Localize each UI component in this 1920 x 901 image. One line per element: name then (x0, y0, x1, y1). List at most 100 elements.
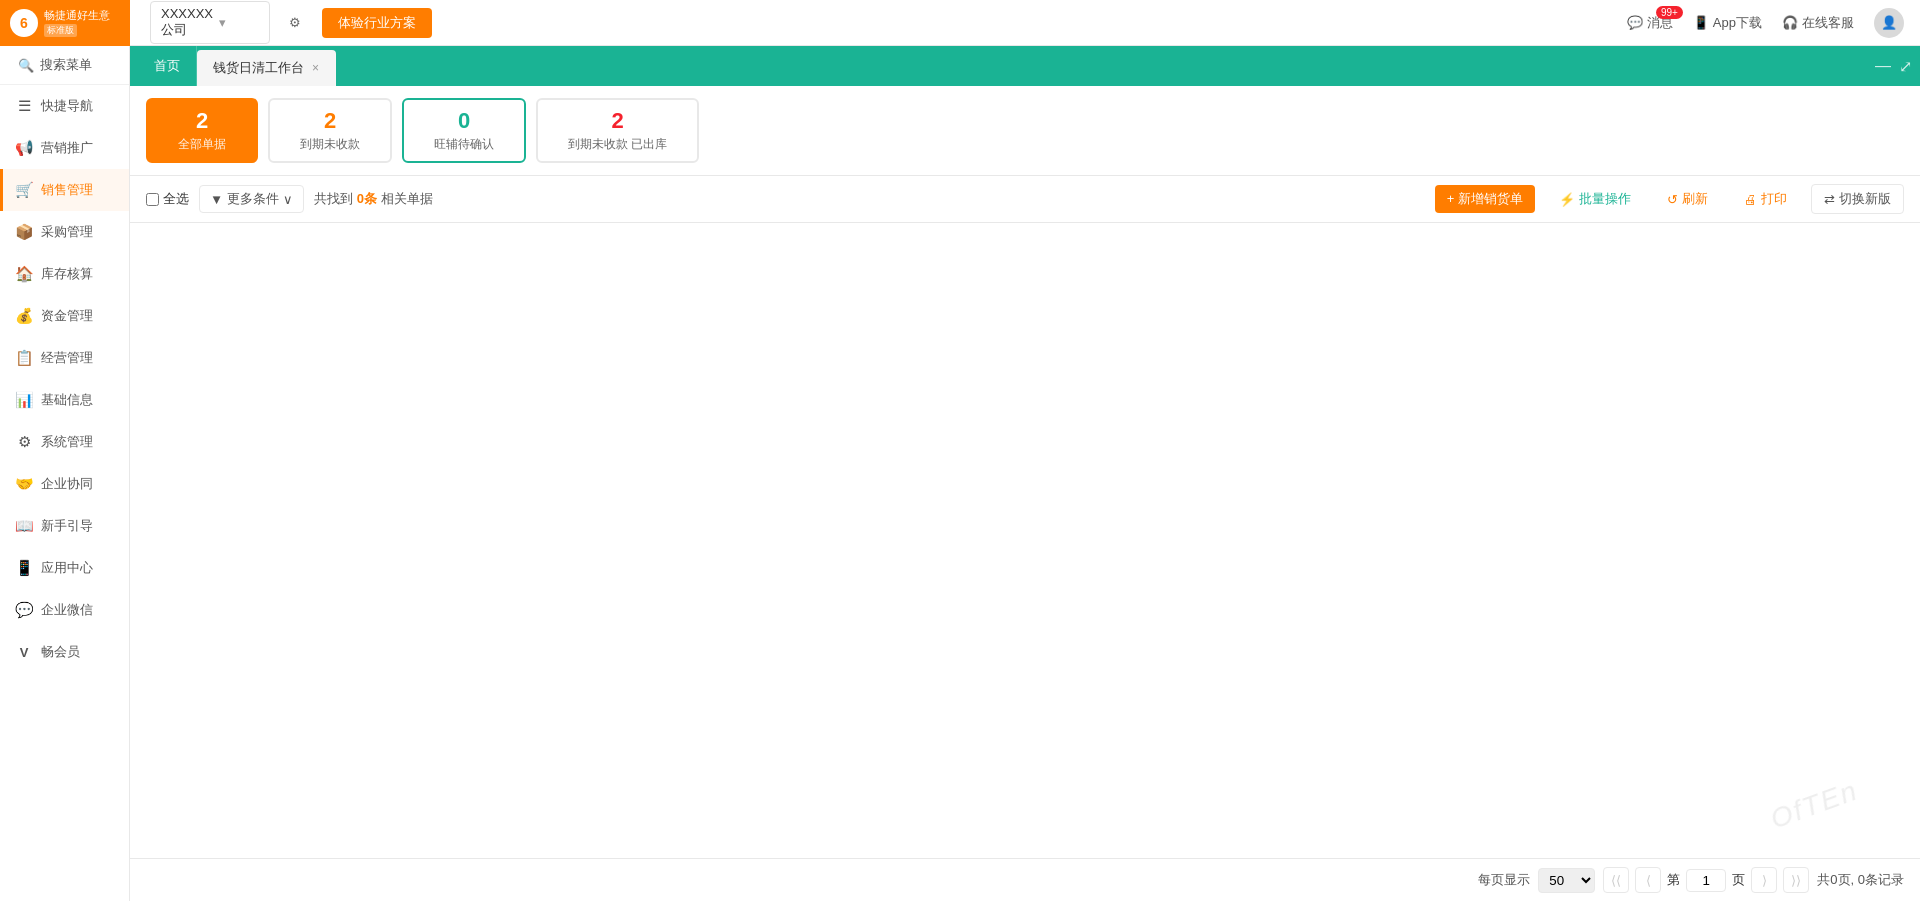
headset-icon: 🎧 (1782, 15, 1798, 30)
message-badge: 99+ (1656, 6, 1683, 19)
result-text: 共找到 0条 相关单据 (314, 190, 432, 208)
top-header: 6 畅捷通好生意 标准版 XXXXXX公司 ▾ ⚙ 体验行业方案 💬 消息 99… (0, 0, 1920, 46)
first-page-button[interactable]: ⟨⟨ (1603, 867, 1629, 893)
logo-badge: 标准版 (44, 24, 77, 38)
company-name: XXXXXX公司 (161, 6, 213, 39)
stat-number-shipped: 2 (612, 108, 624, 134)
sidebar-item-cooperation[interactable]: 🤝 企业协同 (0, 463, 129, 505)
sidebar-search[interactable]: 🔍 搜索菜单 (0, 46, 129, 85)
stat-card-shipped[interactable]: 2 到期未收款 已出库 (536, 98, 699, 163)
per-page-label: 每页显示 (1478, 871, 1530, 889)
stat-label-all: 全部单据 (178, 136, 226, 153)
select-all-input[interactable] (146, 193, 159, 206)
message-button[interactable]: 💬 消息 99+ (1627, 14, 1673, 32)
purchase-icon: 📦 (15, 223, 33, 241)
tab-bar-actions: — ⤢ (1875, 57, 1912, 76)
sidebar-item-purchase[interactable]: 📦 采购管理 (0, 211, 129, 253)
sidebar-item-quick-nav[interactable]: ☰ 快捷导航 (0, 85, 129, 127)
total-text: 共0页, 0条记录 (1817, 871, 1904, 889)
pagination: ⟨⟨ ⟨ 第 页 ⟩ ⟩⟩ (1603, 867, 1809, 893)
maximize-button[interactable]: ⤢ (1899, 57, 1912, 76)
search-icon: 🔍 (18, 58, 34, 73)
per-page-select[interactable]: 50 20 100 (1538, 868, 1595, 893)
settings-icon[interactable]: ⚙ (280, 8, 310, 38)
sidebar-item-sales[interactable]: 🛒 销售管理 (0, 169, 129, 211)
logo-area[interactable]: 6 畅捷通好生意 标准版 (0, 0, 130, 46)
batch-operation-button[interactable]: ⚡ 批量操作 (1547, 185, 1643, 213)
switch-icon: ⇄ (1824, 192, 1835, 207)
guide-icon: 📖 (15, 517, 33, 535)
app-center-icon: 📱 (15, 559, 33, 577)
select-all-checkbox[interactable]: 全选 (146, 190, 189, 208)
sidebar-item-guide[interactable]: 📖 新手引导 (0, 505, 129, 547)
tab-work-bench-label: 钱货日清工作台 (213, 59, 304, 77)
filter-label: 更多条件 (227, 190, 279, 208)
page-input[interactable] (1686, 869, 1726, 892)
app-download-icon: 📱 (1693, 15, 1709, 30)
stat-card-pending[interactable]: 0 旺辅待确认 (402, 98, 526, 163)
app-download-button[interactable]: 📱 App下载 (1693, 14, 1762, 32)
tab-work-bench[interactable]: 钱货日清工作台 × (197, 50, 336, 86)
stat-label-pending: 旺辅待确认 (434, 136, 494, 153)
refresh-button[interactable]: ↺ 刷新 (1655, 185, 1720, 213)
online-service-button[interactable]: 🎧 在线客服 (1782, 14, 1854, 32)
print-icon: 🖨 (1744, 192, 1757, 207)
filter-button[interactable]: ▼ 更多条件 ∨ (199, 185, 304, 213)
tab-close-icon[interactable]: × (312, 61, 319, 75)
sales-icon: 🛒 (15, 181, 33, 199)
last-page-button[interactable]: ⟩⟩ (1783, 867, 1809, 893)
prev-page-button[interactable]: ⟨ (1635, 867, 1661, 893)
minimize-button[interactable]: — (1875, 57, 1891, 76)
logo-text: 畅捷通好生意 标准版 (44, 8, 110, 38)
sidebar-item-finance[interactable]: 💰 资金管理 (0, 295, 129, 337)
refresh-icon: ↺ (1667, 192, 1678, 207)
page-label: 第 (1667, 871, 1680, 889)
print-button[interactable]: 🖨 打印 (1732, 185, 1799, 213)
sidebar: 🔍 搜索菜单 ☰ 快捷导航 📢 营销推广 🛒 销售管理 📦 采购管理 🏠 库存核… (0, 46, 130, 901)
toolbar: 全选 ▼ 更多条件 ∨ 共找到 0条 相关单据 + 新增销货单 ⚡ 批量操作 (130, 176, 1920, 223)
stat-card-all[interactable]: 2 全部单据 (146, 98, 258, 163)
inventory-icon: 🏠 (15, 265, 33, 283)
trial-button[interactable]: 体验行业方案 (322, 8, 432, 38)
logo-icon: 6 (10, 9, 38, 37)
sidebar-item-inventory[interactable]: 🏠 库存核算 (0, 253, 129, 295)
quick-nav-icon: ☰ (15, 97, 33, 115)
dropdown-icon: ∨ (283, 192, 293, 207)
app-download-label: App下载 (1713, 14, 1762, 32)
operation-icon: 📋 (15, 349, 33, 367)
next-page-button[interactable]: ⟩ (1751, 867, 1777, 893)
add-sale-button[interactable]: + 新增销货单 (1435, 185, 1535, 213)
switch-version-button[interactable]: ⇄ 切换新版 (1811, 184, 1904, 214)
toolbar-right: + 新增销货单 ⚡ 批量操作 ↺ 刷新 🖨 打印 ⇄ (1435, 184, 1904, 214)
filter-icon: ▼ (210, 192, 223, 207)
system-icon: ⚙ (15, 433, 33, 451)
stat-label-overdue: 到期未收款 (300, 136, 360, 153)
cooperation-icon: 🤝 (15, 475, 33, 493)
sidebar-item-member[interactable]: V 畅会员 (0, 631, 129, 673)
sidebar-item-wechat[interactable]: 💬 企业微信 (0, 589, 129, 631)
message-icon: 💬 (1627, 15, 1643, 30)
sidebar-search-label: 搜索菜单 (40, 56, 92, 74)
company-selector[interactable]: XXXXXX公司 ▾ (150, 1, 270, 44)
wechat-icon: 💬 (15, 601, 33, 619)
stats-row: 2 全部单据 2 到期未收款 0 旺辅待确认 2 到期未收款 已出库 (130, 86, 1920, 176)
stat-card-overdue[interactable]: 2 到期未收款 (268, 98, 392, 163)
member-icon: V (15, 645, 33, 660)
result-count: 0条 (357, 191, 377, 206)
sidebar-item-operation[interactable]: 📋 经营管理 (0, 337, 129, 379)
sidebar-item-marketing[interactable]: 📢 营销推广 (0, 127, 129, 169)
sidebar-item-system[interactable]: ⚙ 系统管理 (0, 421, 129, 463)
basic-info-icon: 📊 (15, 391, 33, 409)
stat-number-overdue: 2 (324, 108, 336, 134)
table-area (130, 223, 1920, 858)
stat-number-all: 2 (196, 108, 208, 134)
avatar[interactable]: 👤 (1874, 8, 1904, 38)
sidebar-item-app-center[interactable]: 📱 应用中心 (0, 547, 129, 589)
batch-icon: ⚡ (1559, 192, 1575, 207)
select-all-label: 全选 (163, 190, 189, 208)
tab-home[interactable]: 首页 (138, 46, 197, 86)
work-content: 2 全部单据 2 到期未收款 0 旺辅待确认 2 到期未收款 已出库 (130, 86, 1920, 901)
online-service-label: 在线客服 (1802, 14, 1854, 32)
sidebar-item-basic-info[interactable]: 📊 基础信息 (0, 379, 129, 421)
stat-label-shipped: 到期未收款 已出库 (568, 136, 667, 153)
